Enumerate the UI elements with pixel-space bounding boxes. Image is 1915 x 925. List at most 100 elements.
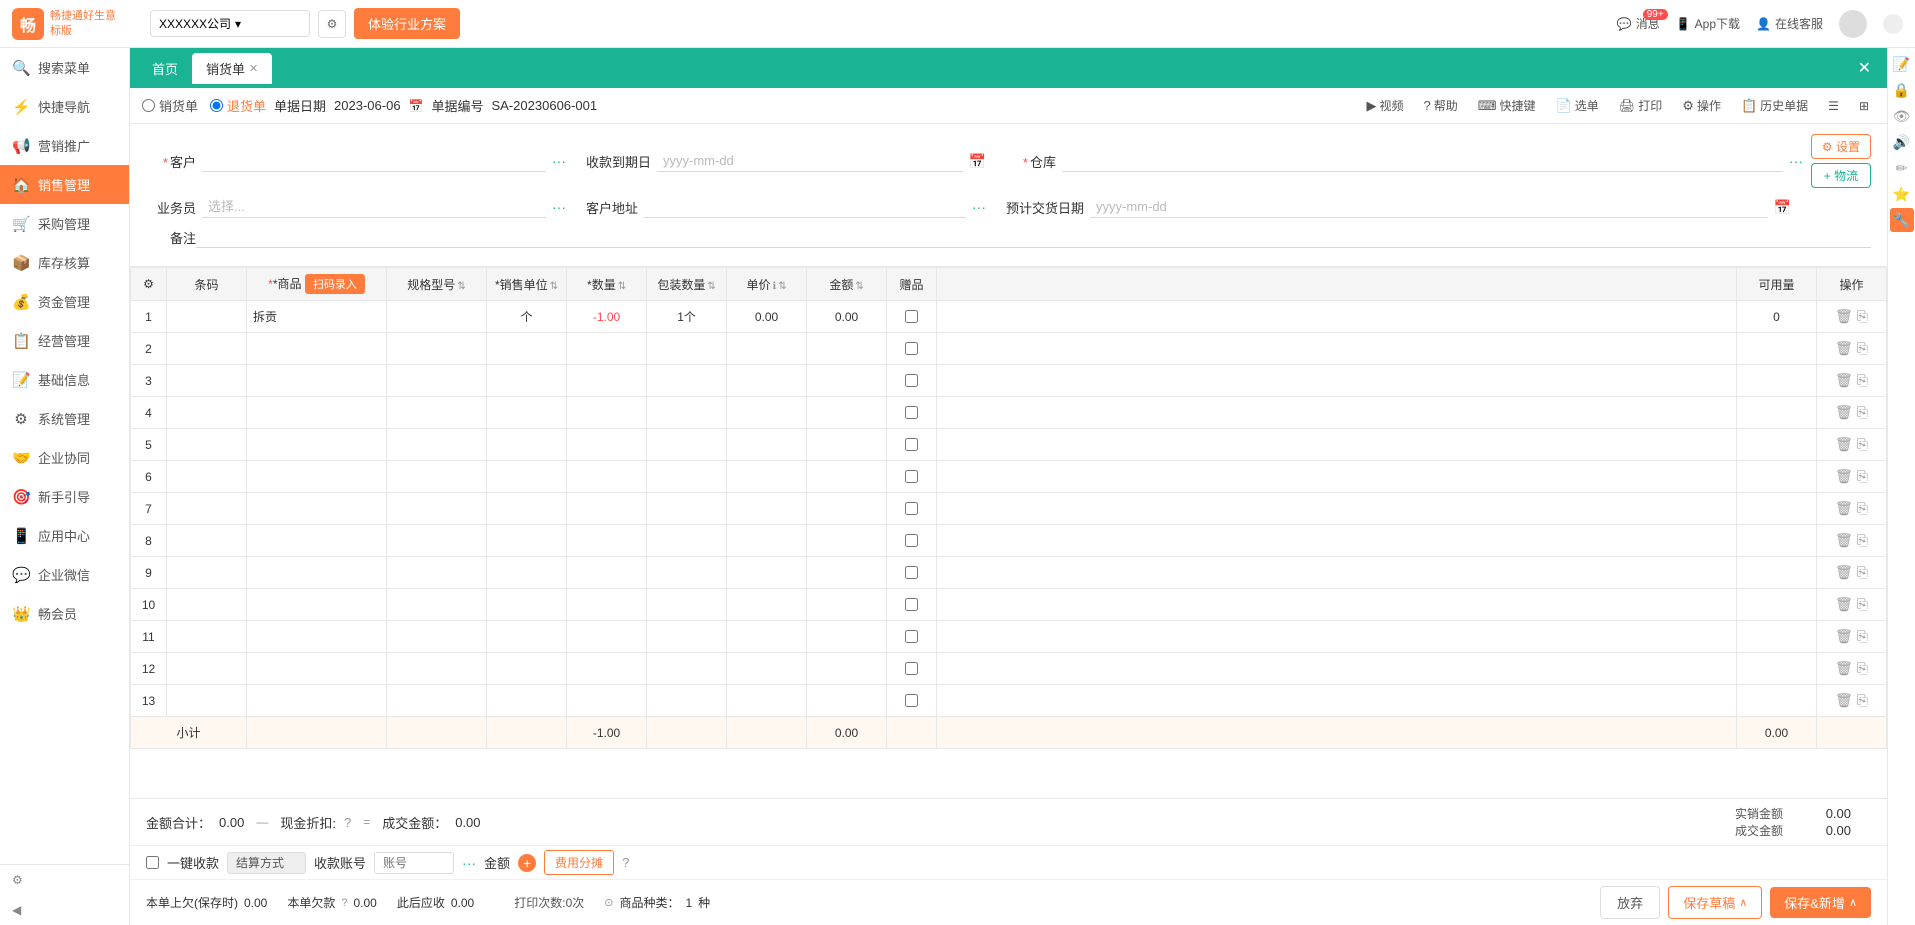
cell-price[interactable] — [727, 653, 807, 685]
sidebar-item-capital[interactable]: 💰 资金管理 — [0, 282, 129, 321]
account-input[interactable] — [374, 852, 454, 874]
cell-gift[interactable] — [887, 333, 937, 365]
avatar[interactable] — [1839, 10, 1867, 38]
cell-spec[interactable] — [387, 525, 487, 557]
cell-qty[interactable] — [567, 685, 647, 717]
cell-barcode[interactable] — [167, 621, 247, 653]
save-draft-button[interactable]: 保存草稿 ∧ — [1668, 886, 1762, 919]
cell-spec[interactable] — [387, 621, 487, 653]
sidebar-item-member[interactable]: 👑 畅会员 — [0, 594, 129, 633]
cell-gift[interactable] — [887, 525, 937, 557]
delete-row-btn[interactable]: 🗑 — [1835, 596, 1853, 613]
tab-sales-order[interactable]: 销货单 ✕ — [192, 53, 272, 84]
copy-row-btn[interactable]: ⎘ — [1857, 596, 1868, 613]
cell-spec[interactable] — [387, 365, 487, 397]
cell-barcode[interactable] — [167, 429, 247, 461]
cell-barcode[interactable] — [167, 365, 247, 397]
delete-row-btn[interactable]: 🗑 — [1835, 404, 1853, 421]
cell-barcode[interactable] — [167, 685, 247, 717]
sidebar-item-system[interactable]: ⚙ 系统管理 — [0, 399, 129, 438]
sidebar-item-enterprise[interactable]: 🤝 企业协同 — [0, 438, 129, 477]
address-expand-icon[interactable]: ··· — [972, 199, 986, 215]
delete-row-btn[interactable]: 🗑 — [1835, 532, 1853, 549]
delete-row-btn[interactable]: 🗑 — [1835, 628, 1853, 645]
cell-spec[interactable] — [387, 397, 487, 429]
delete-row-btn[interactable]: 🗑 — [1835, 692, 1853, 709]
cell-spec[interactable] — [387, 429, 487, 461]
right-panel-btn-2[interactable]: 🔒 — [1890, 78, 1914, 102]
right-panel-btn-7[interactable]: 🔧 — [1890, 208, 1914, 232]
address-input[interactable] — [644, 196, 966, 218]
cell-spec[interactable] — [387, 493, 487, 525]
delete-row-btn[interactable]: 🗑 — [1835, 436, 1853, 453]
delete-row-btn[interactable]: 🗑 — [1835, 340, 1853, 357]
salesperson-expand-icon[interactable]: ··· — [552, 199, 566, 215]
cell-price[interactable]: 0.00 — [727, 301, 807, 333]
delete-row-btn[interactable]: 🗑 — [1835, 660, 1853, 677]
warehouse-expand-icon[interactable]: ··· — [1789, 153, 1803, 169]
expense-help-icon[interactable]: ? — [622, 855, 629, 870]
cell-price[interactable] — [727, 429, 807, 461]
copy-row-btn[interactable]: ⎘ — [1857, 564, 1868, 581]
copy-row-btn[interactable]: ⎘ — [1857, 500, 1868, 517]
cell-gift[interactable] — [887, 653, 937, 685]
customer-expand-icon[interactable]: ··· — [552, 153, 566, 169]
cell-barcode[interactable] — [167, 301, 247, 333]
history-btn[interactable]: 📋 历史单据 — [1735, 94, 1814, 117]
cell-barcode[interactable] — [167, 333, 247, 365]
settings-action-btn[interactable]: ⚙ 设置 — [1811, 134, 1871, 159]
delete-row-btn[interactable]: 🗑 — [1835, 468, 1853, 485]
cell-qty[interactable]: -1.00 — [567, 301, 647, 333]
add-payment-button[interactable]: + — [518, 854, 536, 872]
expense-split-button[interactable]: 费用分摊 — [544, 850, 614, 875]
sidebar-item-inventory[interactable]: 📦 库存核算 — [0, 243, 129, 282]
cell-qty[interactable] — [567, 557, 647, 589]
delivery-calendar-icon[interactable]: 📅 — [1774, 199, 1791, 216]
copy-row-btn[interactable]: ⎘ — [1857, 660, 1868, 677]
discount-help-icon[interactable]: ? — [344, 815, 351, 830]
cell-qty[interactable] — [567, 525, 647, 557]
sidebar-item-wechat[interactable]: 💬 企业微信 — [0, 555, 129, 594]
cell-gift[interactable] — [887, 557, 937, 589]
cell-price[interactable] — [727, 525, 807, 557]
right-panel-btn-6[interactable]: ⭐ — [1890, 182, 1914, 206]
cell-gift[interactable] — [887, 429, 937, 461]
cell-spec[interactable] — [387, 333, 487, 365]
payment-method-select[interactable]: 结算方式 — [227, 852, 306, 874]
copy-row-btn[interactable]: ⎘ — [1857, 532, 1868, 549]
sidebar-item-search[interactable]: 🔍 搜索菜单 — [0, 48, 129, 87]
product-type-icon[interactable]: ⊙ — [604, 896, 613, 909]
one-click-checkbox[interactable] — [146, 856, 159, 869]
customer-input[interactable] — [202, 150, 546, 172]
cell-qty[interactable] — [567, 333, 647, 365]
cell-barcode[interactable] — [167, 653, 247, 685]
cell-barcode[interactable] — [167, 557, 247, 589]
delete-row-btn[interactable]: 🗑 — [1835, 500, 1853, 517]
cell-gift[interactable] — [887, 685, 937, 717]
cell-gift[interactable] — [887, 621, 937, 653]
video-btn[interactable]: ▶ 视频 — [1361, 94, 1410, 117]
copy-row-btn[interactable]: ⎘ — [1857, 340, 1868, 357]
missing-help-icon[interactable]: ? — [341, 897, 347, 909]
right-panel-btn-5[interactable]: ✏ — [1890, 156, 1914, 180]
cell-price[interactable] — [727, 333, 807, 365]
operation-btn[interactable]: ⚙ 操作 — [1676, 94, 1727, 117]
cell-price[interactable] — [727, 397, 807, 429]
account-expand-icon[interactable]: ··· — [462, 855, 476, 871]
copy-row-btn[interactable]: ⎘ — [1857, 468, 1868, 485]
copy-row-btn[interactable]: ⎘ — [1857, 372, 1868, 389]
th-settings[interactable]: ⚙ — [131, 268, 167, 301]
cell-qty[interactable] — [567, 461, 647, 493]
view-toggle-list[interactable]: ☰ — [1822, 96, 1845, 116]
app-download-button[interactable]: 📱 App下载 — [1676, 15, 1740, 32]
shortcut-btn[interactable]: ⌨ 快捷键 — [1472, 94, 1542, 117]
cell-price[interactable] — [727, 557, 807, 589]
print-btn[interactable]: 🖨 打印 — [1613, 94, 1669, 117]
cell-price[interactable] — [727, 461, 807, 493]
sidebar-item-quick-nav[interactable]: ⚡ 快捷导航 — [0, 87, 129, 126]
delete-row-btn[interactable]: 🗑 — [1835, 372, 1853, 389]
company-selector[interactable]: XXXXXX公司 ▾ — [150, 10, 310, 37]
cell-spec[interactable] — [387, 685, 487, 717]
cell-price[interactable] — [727, 589, 807, 621]
copy-row-btn[interactable]: ⎘ — [1857, 404, 1868, 421]
